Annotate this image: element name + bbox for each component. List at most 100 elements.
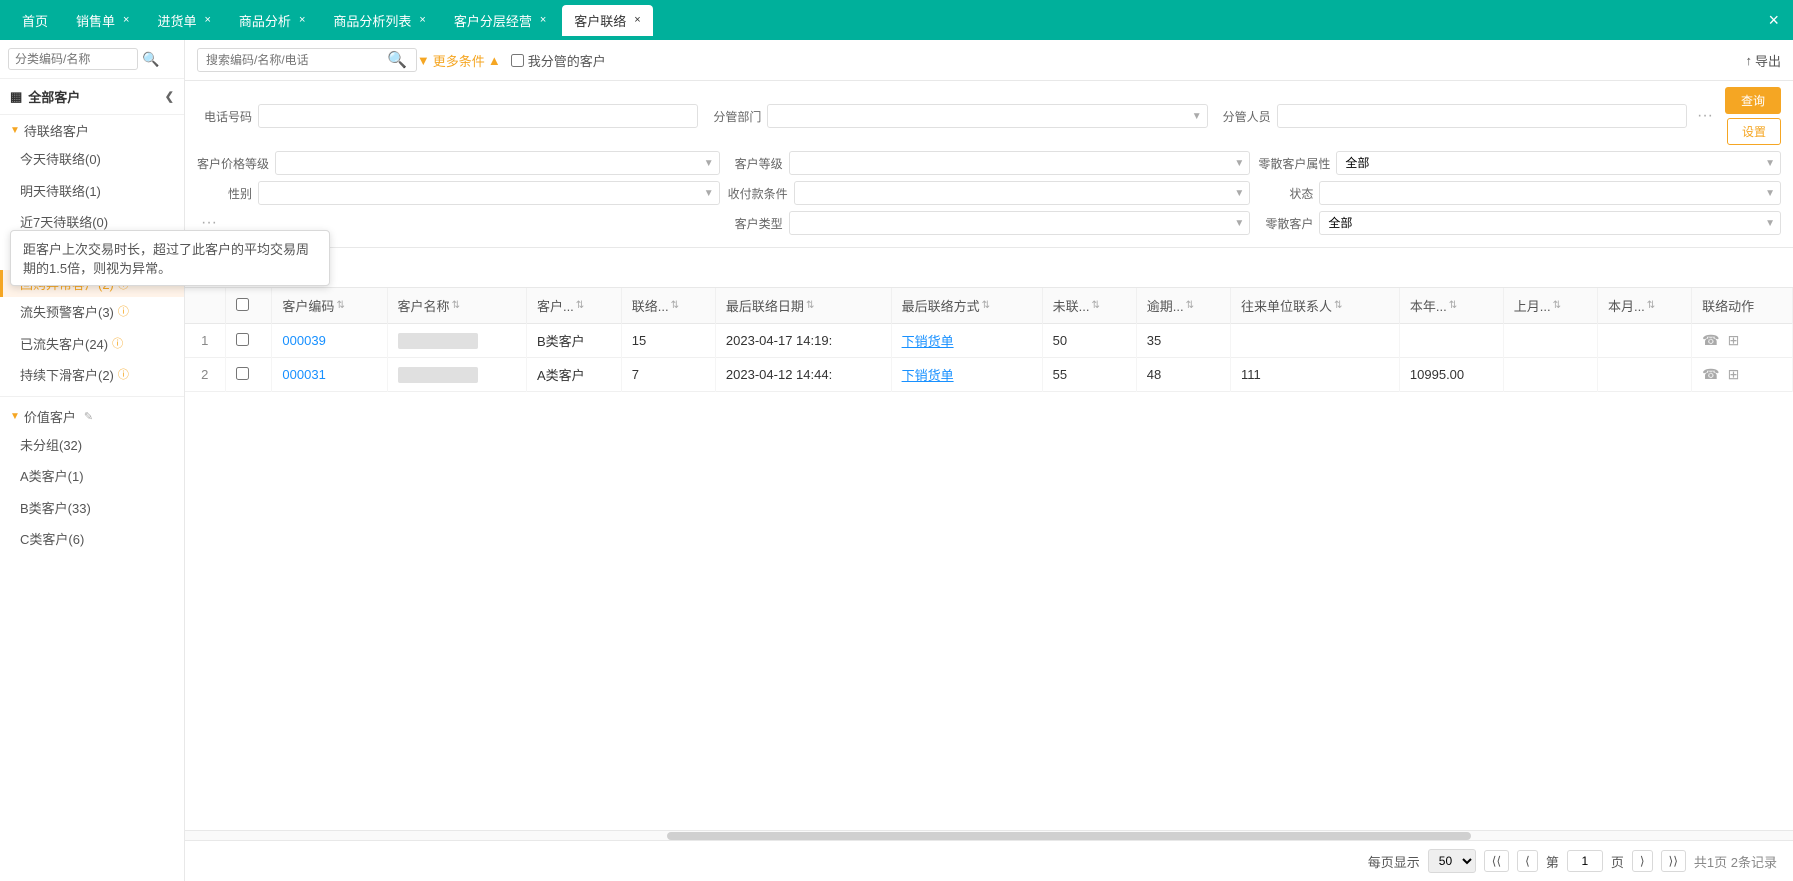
cell-code-2[interactable]: 000031 [272,358,387,392]
first-page-button[interactable]: ⟨⟨ [1484,850,1509,872]
status-select[interactable] [1319,181,1781,205]
nav-item-purchase[interactable]: 进货单 × [145,5,222,36]
nav-item-customer-contact[interactable]: 客户联络 × [562,5,652,36]
person-field-group: 分管人员 ··· [1216,104,1717,128]
phone-input[interactable] [258,104,698,128]
close-icon[interactable]: × [540,14,546,26]
col-contact[interactable]: 联络... ⇅ [621,288,715,324]
more-action-icon-2[interactable]: ⊞ [1728,366,1740,383]
col-uncontact[interactable]: 未联... ⇅ [1042,288,1136,324]
top-nav: 首页 销售单 × 进货单 × 商品分析 × 商品分析列表 × 客户分层经营 × … [0,0,1793,40]
customer-level-select[interactable] [789,151,1251,175]
sidebar-item-already-lost[interactable]: 已流失客户(24) ⓘ [0,329,184,360]
sidebar-item-class-c[interactable]: C类客户(6) [0,524,184,556]
col-type[interactable]: 客户... ⇅ [526,288,621,324]
more-dots-1[interactable]: ··· [1693,107,1717,125]
sort-icon-this-year: ⇅ [1449,300,1457,311]
nav-item-sales[interactable]: 销售单 × [64,5,141,36]
close-icon[interactable]: × [123,14,129,26]
nav-item-analysis-list[interactable]: 商品分析列表 × [321,5,437,36]
more-conditions-btn[interactable]: ▼ 更多条件 ▲ [417,51,501,70]
col-name[interactable]: 客户名称 ⇅ [387,288,526,324]
sidebar: 🔍 ▦ 全部客户 ❮ ▼ 待联络客户 今天待联络(0) 明天待联络(1) 近7天… [0,40,185,881]
sidebar-item-ungrouped[interactable]: 未分组(32) [0,430,184,462]
sidebar-search-input[interactable] [8,48,138,70]
cell-uncontact-1: 50 [1042,324,1136,358]
nav-item-home[interactable]: 首页 [10,5,60,36]
value-customer-group[interactable]: ▼ 价值客户 ✎ [0,401,184,430]
col-unit-contact[interactable]: 往来单位联系人 ⇅ [1230,288,1399,324]
customer-type-select[interactable] [789,211,1251,235]
cell-contact-1: 15 [621,324,715,358]
all-customers-header[interactable]: ▦ 全部客户 ❮ [0,79,184,115]
col-code[interactable]: 客户编码 ⇅ [272,288,387,324]
table-header-row: 客户编码 ⇅ 客户名称 ⇅ 客户... [185,288,1793,324]
scrollbar-thumb[interactable] [667,832,1471,840]
row-checkbox-1[interactable] [236,333,249,346]
retail-customer-select[interactable]: 全部 [1319,211,1781,235]
sidebar-item-keep-down[interactable]: 持续下滑客户(2) ⓘ [0,360,184,391]
customer-level-label: 客户等级 [728,155,783,172]
cell-last-way-2[interactable]: 下销货单 [891,358,1042,392]
sidebar-item-today[interactable]: 今天待联络(0) [0,144,184,176]
sidebar-item-class-b[interactable]: B类客户(33) [0,493,184,525]
cell-name-1 [387,324,526,358]
pending-contact-group[interactable]: ▼ 待联络客户 [0,115,184,144]
retail-attr-select[interactable]: 全部 [1336,151,1781,175]
retail-customer-select-wrap: 全部 ▼ [1319,211,1781,235]
col-last-way[interactable]: 最后联络方式 ⇅ [891,288,1042,324]
customer-type-label: 客户类型 [728,215,783,232]
close-icon[interactable]: × [419,14,425,26]
page-of-label: 页 [1611,852,1624,871]
sort-icon-contact: ⇅ [671,300,679,311]
nav-item-customer-layer[interactable]: 客户分层经营 × [442,5,558,36]
window-close-button[interactable]: × [1764,6,1783,35]
person-input[interactable] [1277,104,1687,128]
sidebar-search-icon[interactable]: 🔍 [142,51,159,68]
more-action-icon-1[interactable]: ⊞ [1728,332,1740,349]
filter-row-4: ··· 客户类型 ▼ 零散客户 全部 ▼ [197,211,1781,235]
col-last-month[interactable]: 上月... ⇅ [1503,288,1597,324]
prev-page-button[interactable]: ⟨ [1517,850,1538,872]
table-toolbar: ⚙ [185,248,1793,288]
header-checkbox[interactable] [236,298,249,311]
per-page-select[interactable]: 50 [1428,849,1476,873]
sidebar-item-class-a[interactable]: A类客户(1) [0,461,184,493]
filter-bar: 🔍 ▼ 更多条件 ▲ 我分管的客户 ↑ 导出 [185,40,1793,81]
close-icon[interactable]: × [299,14,305,26]
col-overdue[interactable]: 逾期... ⇅ [1136,288,1230,324]
customer-level-field: 客户等级 ▼ [728,151,1251,175]
contact-icon-2[interactable]: ☎ [1702,366,1719,383]
filter-row-3: 性别 ▼ 收付款条件 ▼ 状态 [197,181,1781,205]
gender-select[interactable] [258,181,720,205]
col-this-year[interactable]: 本年... ⇅ [1399,288,1503,324]
close-icon[interactable]: × [634,14,640,26]
contact-icon-1[interactable]: ☎ [1702,332,1719,349]
payment-select[interactable] [794,181,1251,205]
horizontal-scrollbar[interactable] [185,830,1793,840]
price-level-select[interactable] [275,151,720,175]
row-checkbox-2[interactable] [236,367,249,380]
sidebar-item-tomorrow[interactable]: 明天待联络(1) [0,176,184,208]
edit-icon-value[interactable]: ✎ [84,410,93,423]
search-button[interactable]: 🔍 [387,50,407,70]
query-button[interactable]: 查询 [1725,87,1781,114]
sidebar-item-lost-pre[interactable]: 流失预警客户(3) ⓘ [0,297,184,328]
next-page-button[interactable]: ⟩ [1632,850,1653,872]
cell-code-1[interactable]: 000039 [272,324,387,358]
table-row: 2 000031 A类客户 7 2023-04-12 14:44: 下销货单 5… [185,358,1793,392]
nav-item-analysis[interactable]: 商品分析 × [227,5,317,36]
my-customers-checkbox[interactable] [511,54,524,67]
my-customers-checkbox-label[interactable]: 我分管的客户 [511,51,606,70]
col-last-date[interactable]: 最后联络日期 ⇅ [715,288,891,324]
cell-last-way-1[interactable]: 下销货单 [891,324,1042,358]
col-this-month[interactable]: 本月... ⇅ [1597,288,1691,324]
dept-select[interactable] [767,104,1207,128]
search-input[interactable] [197,48,417,72]
settings-button[interactable]: 设置 [1727,118,1781,145]
sort-icon-last-month: ⇅ [1553,300,1561,311]
close-icon[interactable]: × [204,14,210,26]
export-button[interactable]: ↑ 导出 [1745,51,1781,70]
page-input[interactable] [1567,850,1603,872]
last-page-button[interactable]: ⟩⟩ [1661,850,1686,872]
